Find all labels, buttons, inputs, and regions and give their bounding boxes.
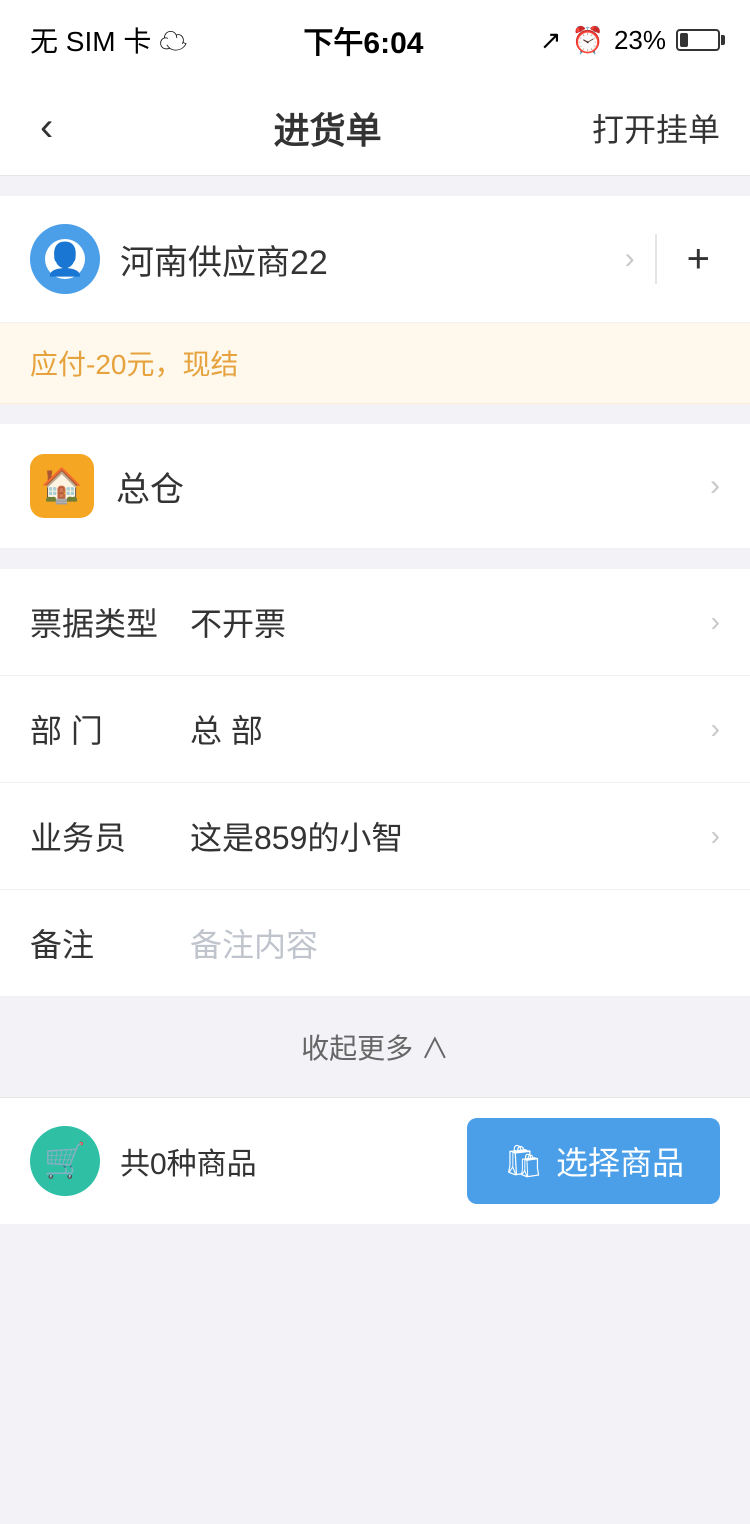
page-title: 进货单 xyxy=(274,102,382,154)
select-product-icon: 🛍 xyxy=(503,1142,544,1180)
remark-input[interactable]: 备注内容 xyxy=(190,920,720,966)
status-left: 无 SIM 卡 ☁ xyxy=(30,20,187,60)
form-section: 票据类型 不开票 › 部 门 总 部 › 业务员 这是859的小智 › 备注 备… xyxy=(0,569,750,997)
warehouse-chevron-icon: › xyxy=(710,469,720,503)
collapse-button[interactable]: 收起更多 ∧ xyxy=(0,997,750,1097)
salesperson-value: 这是859的小智 xyxy=(190,813,701,859)
alarm-icon: ⏰ xyxy=(572,25,604,56)
status-right: ↗ ⏰ 23% xyxy=(540,25,720,56)
section-gap-3 xyxy=(0,549,750,569)
bottom-bar: 🛒 共0种商品 🛍 选择商品 xyxy=(0,1097,750,1224)
status-bar: 无 SIM 卡 ☁ 下午6:04 ↗ ⏰ 23% xyxy=(0,0,750,80)
department-label: 部 门 xyxy=(30,706,190,752)
product-count: 共0种商品 xyxy=(120,1139,447,1183)
location-icon: ↗ xyxy=(540,25,562,56)
vertical-divider xyxy=(655,234,657,284)
avatar-inner: 👤 xyxy=(45,239,85,279)
supplier-name: 河南供应商22 xyxy=(120,235,625,284)
battery-percent: 23% xyxy=(614,25,666,56)
supplier-avatar: 👤 xyxy=(30,224,100,294)
supplier-right: › + xyxy=(625,234,720,284)
salesperson-row[interactable]: 业务员 这是859的小智 › xyxy=(0,783,750,890)
salesperson-chevron-icon: › xyxy=(711,820,720,852)
warehouse-row[interactable]: 🏠 总仓 › xyxy=(0,424,750,549)
remark-row[interactable]: 备注 备注内容 xyxy=(0,890,750,997)
nav-bar: ‹ 进货单 打开挂单 xyxy=(0,80,750,176)
department-value: 总 部 xyxy=(190,706,701,752)
warehouse-icon-wrap: 🏠 xyxy=(30,454,94,518)
page-rest xyxy=(0,1224,750,1524)
select-product-button[interactable]: 🛍 选择商品 xyxy=(467,1118,720,1204)
supplier-row[interactable]: 👤 河南供应商22 › + xyxy=(0,196,750,323)
add-supplier-button[interactable]: + xyxy=(677,237,720,282)
open-pending-button[interactable]: 打开挂单 xyxy=(592,105,720,151)
invoice-type-value: 不开票 xyxy=(190,599,701,645)
status-time: 下午6:04 xyxy=(303,18,423,62)
invoice-type-row[interactable]: 票据类型 不开票 › xyxy=(0,569,750,676)
remark-label: 备注 xyxy=(30,920,190,966)
supplier-chevron-icon: › xyxy=(625,242,635,276)
invoice-type-label: 票据类型 xyxy=(30,599,190,645)
sim-signal: 无 SIM 卡 ☁ xyxy=(30,20,187,60)
invoice-type-chevron-icon: › xyxy=(711,606,720,638)
back-button[interactable]: ‹ xyxy=(30,95,63,160)
warehouse-icon: 🏠 xyxy=(41,466,83,506)
section-gap-2 xyxy=(0,404,750,424)
department-chevron-icon: › xyxy=(711,713,720,745)
person-icon: 👤 xyxy=(45,240,85,278)
department-row[interactable]: 部 门 总 部 › xyxy=(0,676,750,783)
product-icon-wrap: 🛒 xyxy=(30,1126,100,1196)
section-gap-1 xyxy=(0,176,750,196)
salesperson-label: 业务员 xyxy=(30,813,190,859)
notice-banner: 应付-20元，现结 xyxy=(0,323,750,404)
select-product-label: 选择商品 xyxy=(556,1138,684,1184)
supplier-section: 👤 河南供应商22 › + 应付-20元，现结 xyxy=(0,196,750,404)
warehouse-label: 总仓 xyxy=(116,462,710,511)
warehouse-section: 🏠 总仓 › xyxy=(0,424,750,549)
product-icon: 🛒 xyxy=(44,1141,86,1181)
battery-icon xyxy=(676,29,720,51)
